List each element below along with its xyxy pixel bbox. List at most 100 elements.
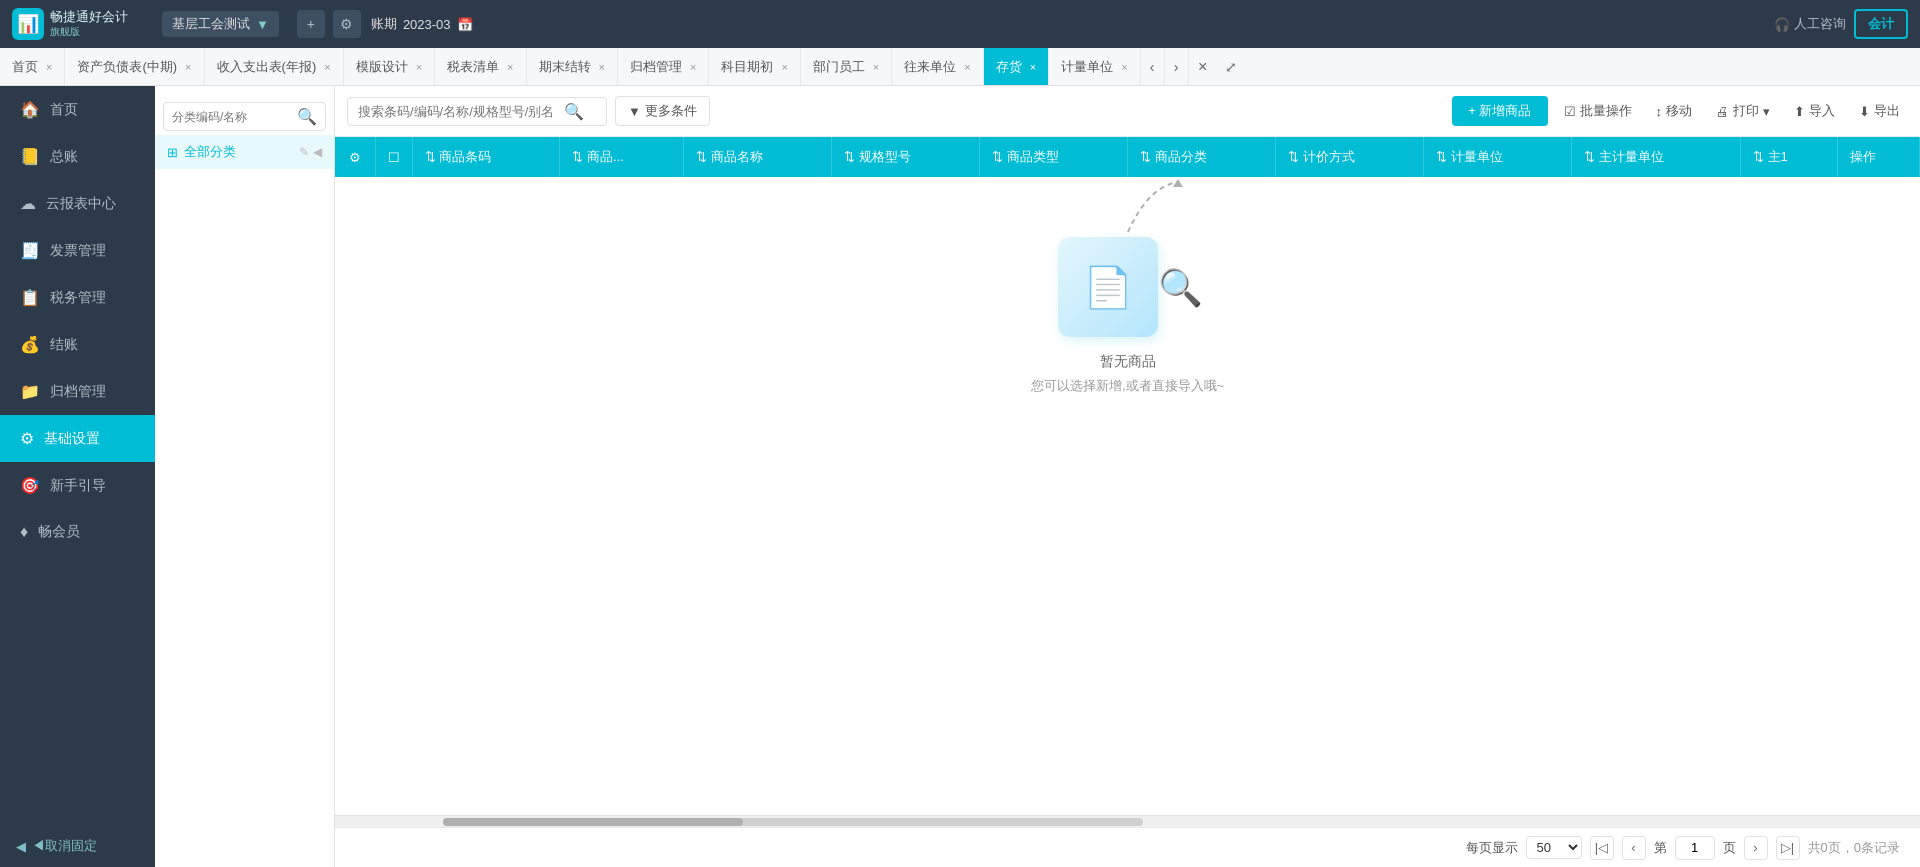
total-info: 共0页，0条记录	[1808, 839, 1900, 857]
account-button[interactable]: 会计	[1854, 9, 1908, 39]
sidebar-item-archive[interactable]: 📁 归档管理	[0, 368, 155, 415]
col-barcode[interactable]: ⇅ 商品条码	[412, 137, 560, 177]
sidebar-item-member[interactable]: ♦ 畅会员	[0, 509, 155, 555]
close-tab-period[interactable]: ×	[599, 61, 605, 73]
col-main-unit[interactable]: ⇅ 主计量单位	[1571, 137, 1740, 177]
sidebar-item-invoice[interactable]: 🧾 发票管理	[0, 227, 155, 274]
expand-button[interactable]: ⤢	[1217, 48, 1245, 86]
sidebar-item-home[interactable]: 🏠 首页	[0, 86, 155, 133]
col-settings[interactable]: ⚙	[335, 137, 375, 177]
close-tab-template[interactable]: ×	[416, 61, 422, 73]
col-name[interactable]: ⇅ 商品名称	[683, 137, 831, 177]
collapse-panel-icon[interactable]: ◀	[313, 145, 322, 159]
close-tab-dept[interactable]: ×	[873, 61, 879, 73]
sidebar-item-ledger[interactable]: 📒 总账	[0, 133, 155, 180]
col-main1[interactable]: ⇅ 主1	[1740, 137, 1837, 177]
category-search-box: 🔍	[163, 102, 326, 131]
unpin-icon: ◀	[16, 839, 26, 854]
company-selector[interactable]: 基层工会测试 ▼	[162, 11, 279, 37]
account-label: 会计	[1868, 16, 1894, 31]
search-icon[interactable]: 🔍	[564, 102, 584, 121]
col-type[interactable]: ⇅ 商品类型	[979, 137, 1127, 177]
add-tab-button[interactable]: +	[297, 10, 325, 38]
sidebar-item-tax[interactable]: 📋 税务管理	[0, 274, 155, 321]
batch-operation-button[interactable]: ☑ 批量操作	[1556, 97, 1640, 125]
tab-counterparty[interactable]: 往来单位 ×	[892, 48, 983, 86]
col-code[interactable]: ⇅ 商品...	[560, 137, 684, 177]
edit-category-icon[interactable]: ✎	[299, 145, 309, 159]
tab-income-statement[interactable]: 收入支出表(年报) ×	[205, 48, 344, 86]
prev-page-button[interactable]: ‹	[1622, 836, 1646, 860]
import-button[interactable]: ⬆ 导入	[1786, 97, 1843, 125]
col-unit[interactable]: ⇅ 计量单位	[1423, 137, 1571, 177]
close-tab-archive[interactable]: ×	[690, 61, 696, 73]
tab-inventory[interactable]: 存货 ×	[984, 48, 1049, 86]
page-input[interactable]	[1675, 836, 1715, 860]
tab-home[interactable]: 首页 ×	[0, 48, 65, 86]
sidebar-label-archive: 归档管理	[50, 383, 106, 401]
tab-balance-sheet[interactable]: 资产负债表(中期) ×	[65, 48, 204, 86]
close-tab-tax[interactable]: ×	[507, 61, 513, 73]
sort-icon: ⇅	[1140, 149, 1155, 164]
close-tab-unit[interactable]: ×	[1121, 61, 1127, 73]
close-tab-inventory[interactable]: ×	[1030, 61, 1036, 73]
category-all[interactable]: ⊞ 全部分类 ✎ ◀	[155, 135, 334, 169]
add-product-button[interactable]: + 新增商品	[1452, 96, 1547, 126]
calendar-icon[interactable]: 📅	[457, 17, 473, 32]
logo-icon: 📊	[12, 8, 44, 40]
close-tab-income[interactable]: ×	[324, 61, 330, 73]
col-spec[interactable]: ⇅ 规格型号	[831, 137, 979, 177]
search-input[interactable]	[358, 104, 558, 119]
empty-illustration: 📄 🔍	[1038, 177, 1218, 337]
settings-icon[interactable]: ⚙	[333, 10, 361, 38]
move-button[interactable]: ↕ 移动	[1648, 97, 1701, 125]
print-button[interactable]: 🖨 打印 ▾	[1708, 97, 1778, 125]
col-price-method[interactable]: ⇅ 计价方式	[1275, 137, 1423, 177]
col-category[interactable]: ⇅ 商品分类	[1127, 137, 1275, 177]
last-page-button[interactable]: ▷|	[1776, 836, 1800, 860]
scroll-thumb[interactable]	[443, 818, 743, 826]
close-tab-counterparty[interactable]: ×	[964, 61, 970, 73]
tab-unit[interactable]: 计量单位 ×	[1049, 48, 1140, 86]
service-label: 人工咨询	[1794, 15, 1846, 33]
tab-template[interactable]: 模版设计 ×	[344, 48, 435, 86]
product-table-container: ⚙ ☐ ⇅ 商品条码 ⇅ 商品... ⇅ 商品名称 ⇅ 规格型号 ⇅ 商品类型 …	[335, 137, 1920, 815]
per-page-select[interactable]: 50 100 200	[1526, 836, 1582, 859]
tab-next-button[interactable]: ›	[1165, 48, 1189, 86]
tab-archive[interactable]: 归档管理 ×	[618, 48, 709, 86]
category-search-input[interactable]	[172, 110, 293, 124]
filter-button[interactable]: ▼ 更多条件	[615, 96, 710, 126]
next-page-button[interactable]: ›	[1744, 836, 1768, 860]
sidebar-label-settings: 基础设置	[44, 430, 100, 448]
sidebar-label-home: 首页	[50, 101, 78, 119]
import-label: 导入	[1809, 102, 1835, 120]
dropdown-arrow-icon: ▼	[256, 17, 269, 32]
sidebar-item-guide[interactable]: 🎯 新手引导	[0, 462, 155, 509]
col-checkbox[interactable]: ☐	[375, 137, 412, 177]
export-button[interactable]: ⬇ 导出	[1851, 97, 1908, 125]
settings-gear-icon: ⚙	[20, 429, 34, 448]
category-search-icon[interactable]: 🔍	[297, 107, 317, 126]
unpin-button[interactable]: ◀ ◀取消固定	[0, 825, 155, 867]
header-icons: + ⚙	[297, 10, 361, 38]
sidebar-label-member: 畅会员	[38, 523, 80, 541]
tab-tax[interactable]: 税表清单 ×	[435, 48, 526, 86]
close-tab-subject[interactable]: ×	[781, 61, 787, 73]
tab-dept[interactable]: 部门员工 ×	[801, 48, 892, 86]
tab-subject[interactable]: 科目期初 ×	[709, 48, 800, 86]
tab-prev-button[interactable]: ‹	[1141, 48, 1165, 86]
sidebar-item-reports[interactable]: ☁ 云报表中心	[0, 180, 155, 227]
product-table: ⚙ ☐ ⇅ 商品条码 ⇅ 商品... ⇅ 商品名称 ⇅ 规格型号 ⇅ 商品类型 …	[335, 137, 1920, 177]
horizontal-scrollbar[interactable]	[335, 815, 1920, 827]
tab-period-close[interactable]: 期末结转 ×	[527, 48, 618, 86]
scroll-track[interactable]	[443, 818, 1143, 826]
sidebar-item-close[interactable]: 💰 结账	[0, 321, 155, 368]
sidebar-item-settings[interactable]: ⚙ 基础设置	[0, 415, 155, 462]
close-tab-home[interactable]: ×	[46, 61, 52, 73]
sort-icon: ⇅	[1584, 149, 1599, 164]
close-tab-balance[interactable]: ×	[185, 61, 191, 73]
ledger-icon: 📒	[20, 147, 40, 166]
service-button[interactable]: 🎧 人工咨询	[1774, 15, 1846, 33]
first-page-button[interactable]: |◁	[1590, 836, 1614, 860]
close-all-tabs-button[interactable]: ×	[1189, 48, 1217, 86]
